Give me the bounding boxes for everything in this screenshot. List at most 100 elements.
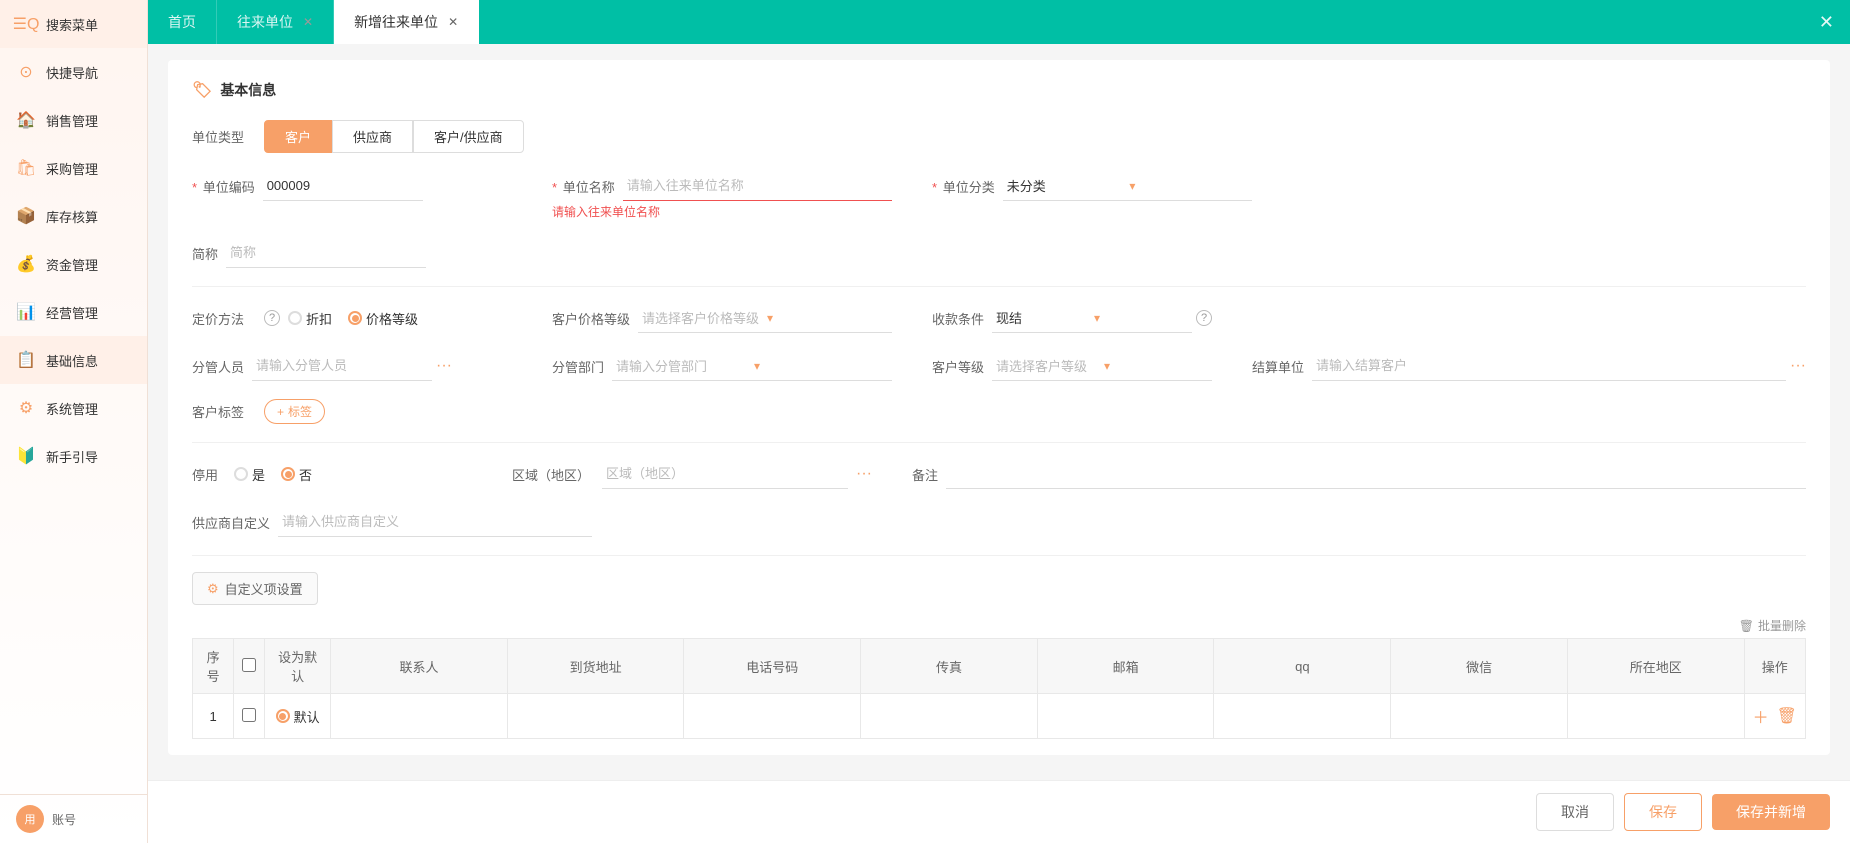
row-qq[interactable] <box>1214 694 1391 739</box>
short-name-input[interactable] <box>226 238 426 268</box>
sidebar-item-operations[interactable]: 📊 经营管理 <box>0 288 147 336</box>
address-input[interactable] <box>516 701 676 731</box>
disable-no-radio[interactable]: 否 <box>281 465 312 484</box>
email-input[interactable] <box>1046 701 1206 731</box>
disable-region-remark-row: 停用 是 否 区域（地区） <box>192 459 1806 489</box>
inventory-icon: 📦 <box>16 206 36 226</box>
short-name-row: 简称 <box>192 238 1806 268</box>
wechat-input[interactable] <box>1399 701 1559 731</box>
row-phone[interactable] <box>684 694 861 739</box>
sidebar-item-search-menu[interactable]: ☰Q 搜索菜单 <box>0 0 147 48</box>
remark-input[interactable] <box>946 459 1806 489</box>
tab-partner-label: 往来单位 <box>237 12 293 32</box>
row-location[interactable] <box>1567 694 1744 739</box>
row-contact[interactable] <box>331 694 508 739</box>
pricing-help-icon[interactable]: ? <box>264 310 280 326</box>
disable-radio-group: 是 否 <box>234 465 312 484</box>
col-wechat: 微信 <box>1391 639 1568 694</box>
delete-row-button[interactable]: 🗑 <box>1777 706 1797 726</box>
row-email[interactable] <box>1037 694 1214 739</box>
select-all-checkbox[interactable] <box>242 658 256 672</box>
settlement-unit-label: 结算单位 <box>1252 357 1304 376</box>
add-tag-icon: + <box>277 405 284 419</box>
row-fax[interactable] <box>861 694 1038 739</box>
manager-input[interactable] <box>252 351 432 381</box>
unit-category-label: * 单位分类 <box>932 177 995 196</box>
sidebar-item-guide[interactable]: 🔰 新手引导 <box>0 432 147 480</box>
sidebar-item-basic-info[interactable]: 📋 基础信息 <box>0 336 147 384</box>
settlement-more-icon[interactable]: ··· <box>1790 357 1806 375</box>
row-default-cell: 默认 <box>265 694 331 739</box>
tab-partner[interactable]: 往来单位 ✕ <box>217 0 334 44</box>
unit-category-select[interactable]: 未分类 ▾ <box>1003 171 1252 201</box>
sidebar-item-purchase[interactable]: 🛍 采购管理 <box>0 144 147 192</box>
row-checkbox-cell <box>234 694 265 739</box>
sidebar-label: 基础信息 <box>46 351 98 370</box>
custom-settings-button[interactable]: ⚙ 自定义项设置 <box>192 572 318 605</box>
pricing-level-radio[interactable]: 价格等级 <box>348 309 418 328</box>
save-and-new-button[interactable]: 保存并新增 <box>1712 794 1830 830</box>
department-select[interactable]: 请输入分管部门 ▾ <box>612 351 892 381</box>
department-label: 分管部门 <box>552 357 604 376</box>
sidebar-item-quick-nav[interactable]: ⊙ 快捷导航 <box>0 48 147 96</box>
col-index: 序号 <box>193 639 234 694</box>
add-row-button[interactable]: ＋ <box>1753 704 1769 728</box>
disable-no-label: 否 <box>299 465 312 484</box>
disable-label: 停用 <box>192 465 218 484</box>
region-input[interactable] <box>602 459 848 489</box>
chevron-down-icon-3: ▾ <box>1094 311 1188 325</box>
table-row: 1 默认 <box>193 694 1806 739</box>
phone-input[interactable] <box>692 701 852 731</box>
customer-level-select[interactable]: 请选择客户等级 ▾ <box>992 351 1212 381</box>
settlement-unit-input[interactable] <box>1312 351 1786 381</box>
settlement-unit-field: 结算单位 ··· <box>1212 351 1806 381</box>
tab-new-partner-close[interactable]: ✕ <box>448 15 458 29</box>
row-checkbox[interactable] <box>242 708 256 722</box>
unit-name-input[interactable] <box>623 171 892 201</box>
unit-code-input[interactable] <box>263 171 423 201</box>
tab-partner-close[interactable]: ✕ <box>303 15 313 29</box>
payment-help-icon[interactable]: ? <box>1196 310 1212 326</box>
col-default: 设为默认 <box>265 639 331 694</box>
tab-new-partner[interactable]: 新增往来单位 ✕ <box>334 0 479 44</box>
row-default-radio[interactable]: 默认 <box>273 707 322 726</box>
sidebar-item-sales[interactable]: 🏠 销售管理 <box>0 96 147 144</box>
sidebar-label: 新手引导 <box>46 447 98 466</box>
contact-input[interactable] <box>339 701 499 731</box>
remark-field: 备注 <box>872 459 1806 489</box>
row-actions: ＋ 🗑 <box>1753 704 1797 728</box>
payment-terms-select[interactable]: 现结 ▾ <box>992 303 1192 333</box>
short-name-label: 简称 <box>192 244 218 263</box>
sidebar-item-system[interactable]: ⚙ 系统管理 <box>0 384 147 432</box>
customer-price-level-label: 客户价格等级 <box>552 309 630 328</box>
unit-name-label: * 单位名称 <box>552 177 615 196</box>
location-input[interactable] <box>1576 701 1736 731</box>
unit-btn-supplier[interactable]: 供应商 <box>332 120 413 153</box>
col-actions: 操作 <box>1744 639 1805 694</box>
tab-home[interactable]: 首页 <box>148 0 217 44</box>
supplier-custom-input[interactable] <box>278 507 592 537</box>
manager-more-icon[interactable]: ··· <box>436 357 452 375</box>
customer-price-level-select[interactable]: 请选择客户价格等级 ▾ <box>638 303 892 333</box>
sidebar-item-inventory[interactable]: 📦 库存核算 <box>0 192 147 240</box>
batch-delete-area: 🗑 批量删除 <box>192 617 1806 634</box>
row-address[interactable] <box>507 694 684 739</box>
batch-delete-button[interactable]: 🗑 批量删除 <box>1739 617 1806 634</box>
unit-btn-both[interactable]: 客户/供应商 <box>413 120 524 153</box>
row-wechat[interactable] <box>1391 694 1568 739</box>
sidebar-label: 销售管理 <box>46 111 98 130</box>
disable-yes-radio[interactable]: 是 <box>234 465 265 484</box>
add-tag-button[interactable]: + 标签 <box>264 399 325 424</box>
region-more-icon[interactable]: ··· <box>856 465 872 483</box>
sidebar-item-finance[interactable]: 💰 资金管理 <box>0 240 147 288</box>
tab-close-all-button[interactable]: ✕ <box>1803 0 1850 44</box>
save-button[interactable]: 保存 <box>1624 793 1702 831</box>
cancel-button[interactable]: 取消 <box>1536 793 1614 831</box>
qq-input[interactable] <box>1222 701 1382 731</box>
fax-input[interactable] <box>869 701 1029 731</box>
unit-btn-customer[interactable]: 客户 <box>264 120 332 153</box>
unit-category-field: * 单位分类 未分类 ▾ <box>892 171 1252 201</box>
purchase-icon: 🛍 <box>16 158 36 178</box>
unit-name-error: 请输入往来单位名称 <box>552 203 892 220</box>
pricing-discount-radio[interactable]: 折扣 <box>288 309 332 328</box>
